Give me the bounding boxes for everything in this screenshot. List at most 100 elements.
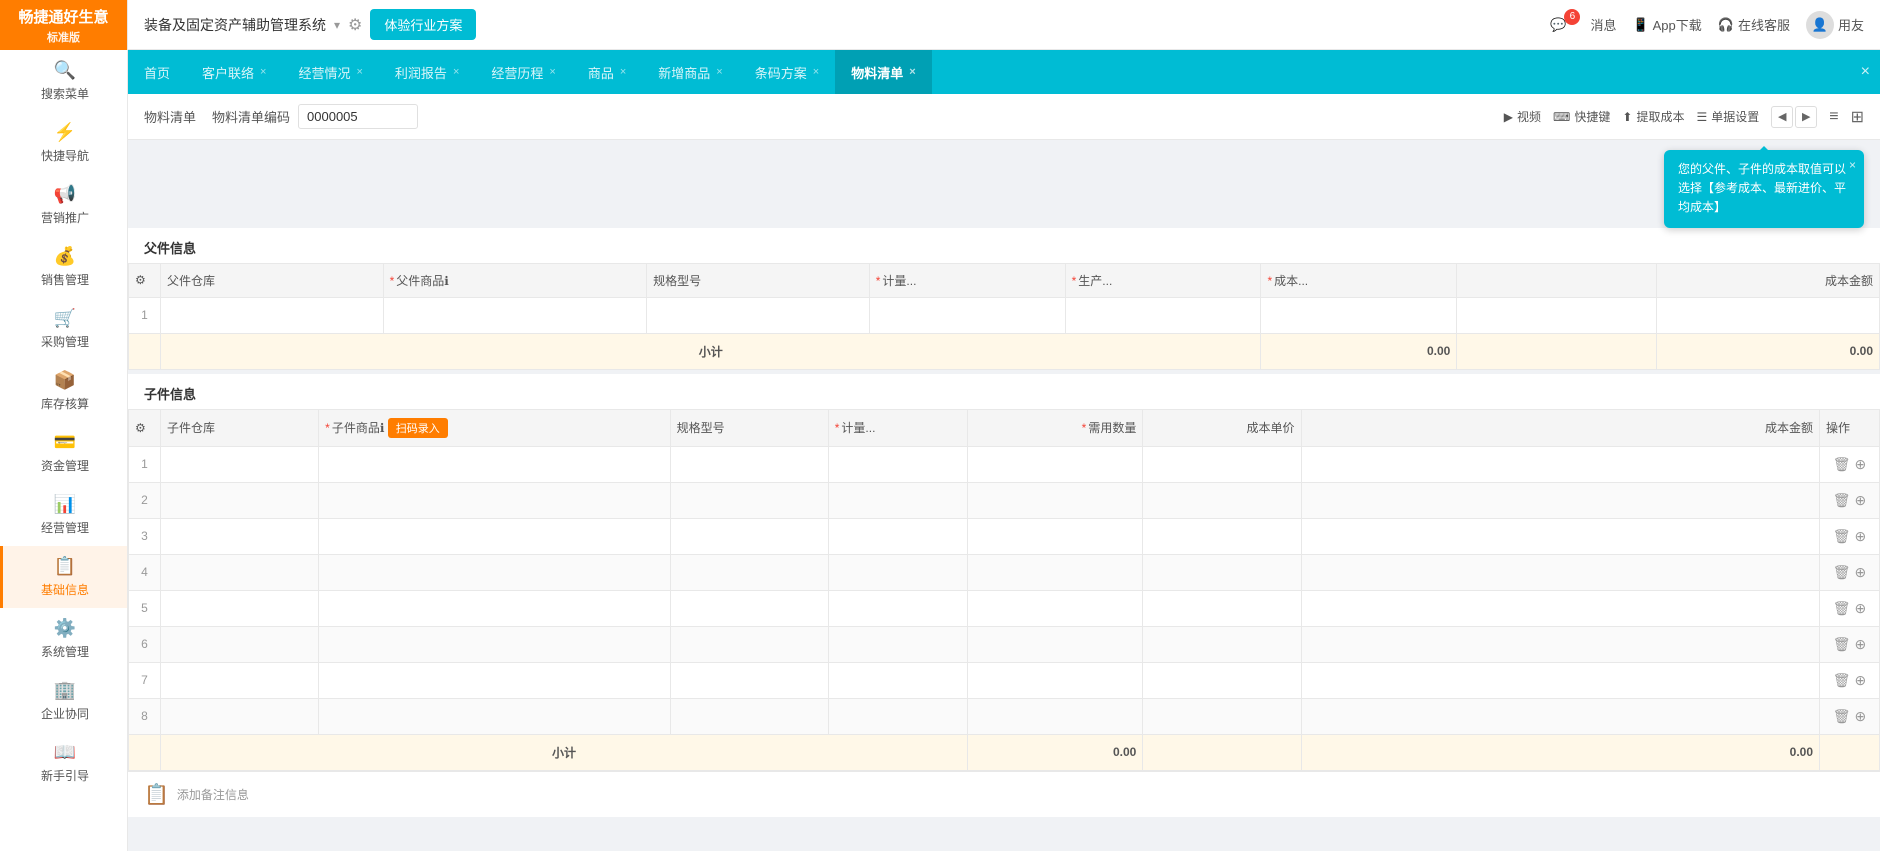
- child-product-cell-6[interactable]: [319, 626, 670, 662]
- parent-warehouse-cell[interactable]: [161, 297, 384, 333]
- code-input[interactable]: [298, 104, 418, 129]
- child-product-cell-2[interactable]: [319, 482, 670, 518]
- child-qty-cell-5[interactable]: [967, 590, 1142, 626]
- copy-icon-3[interactable]: ⊕: [1855, 528, 1867, 545]
- sidebar-item-quick-nav[interactable]: ⚡快捷导航: [0, 112, 127, 174]
- child-spec-cell-3[interactable]: [670, 518, 828, 554]
- app-download-action[interactable]: 📱 App下载: [1632, 15, 1701, 34]
- child-warehouse-cell-8[interactable]: [161, 698, 319, 734]
- child-unit-cell-5[interactable]: [828, 590, 967, 626]
- copy-icon-2[interactable]: ⊕: [1855, 492, 1867, 509]
- child-spec-cell-4[interactable]: [670, 554, 828, 590]
- parent-settings-th[interactable]: ⚙: [129, 263, 161, 297]
- child-warehouse-cell-1[interactable]: [161, 446, 319, 482]
- copy-icon-1[interactable]: ⊕: [1855, 456, 1867, 473]
- sidebar-item-guide[interactable]: 📖新手引导: [0, 732, 127, 794]
- copy-icon-8[interactable]: ⊕: [1855, 708, 1867, 725]
- nav-tab-5[interactable]: 商品×: [572, 50, 642, 94]
- child-warehouse-cell-3[interactable]: [161, 518, 319, 554]
- nav-tab-2[interactable]: 经营情况×: [282, 50, 378, 94]
- parent-unit-cell[interactable]: [869, 297, 1065, 333]
- child-product-cell-1[interactable]: [319, 446, 670, 482]
- scan-input-btn[interactable]: 扫码录入: [388, 418, 448, 438]
- nav-tab-6[interactable]: 新增商品×: [642, 50, 738, 94]
- user-action[interactable]: 👤 用友: [1806, 11, 1864, 39]
- child-unit-cost-cell-5[interactable]: [1143, 590, 1301, 626]
- child-unit-cell-3[interactable]: [828, 518, 967, 554]
- tab-close-6[interactable]: ×: [716, 66, 722, 78]
- single-settings-action[interactable]: ☰ 单据设置: [1696, 108, 1759, 125]
- sidebar-item-sales[interactable]: 💰销售管理: [0, 236, 127, 298]
- child-unit-cost-cell-7[interactable]: [1143, 662, 1301, 698]
- tab-close-4[interactable]: ×: [549, 66, 555, 78]
- settings-icon[interactable]: ⚙: [348, 15, 362, 35]
- parent-prod-cell[interactable]: [1065, 297, 1261, 333]
- sidebar-item-operations[interactable]: 📊经营管理: [0, 484, 127, 546]
- child-warehouse-cell-6[interactable]: [161, 626, 319, 662]
- tab-close-5[interactable]: ×: [620, 66, 626, 78]
- child-spec-cell-8[interactable]: [670, 698, 828, 734]
- child-product-cell-4[interactable]: [319, 554, 670, 590]
- child-qty-cell-4[interactable]: [967, 554, 1142, 590]
- copy-icon-6[interactable]: ⊕: [1855, 636, 1867, 653]
- delete-icon-6[interactable]: 🗑: [1833, 636, 1851, 653]
- nav-tab-8[interactable]: 物料清单×: [835, 50, 931, 94]
- nav-tab-7[interactable]: 条码方案×: [739, 50, 835, 94]
- copy-icon-5[interactable]: ⊕: [1855, 600, 1867, 617]
- child-unit-cell-4[interactable]: [828, 554, 967, 590]
- tab-close-7[interactable]: ×: [813, 66, 819, 78]
- dropdown-arrow-icon[interactable]: ▾: [334, 18, 340, 32]
- child-unit-cell-6[interactable]: [828, 626, 967, 662]
- child-product-cell-7[interactable]: [319, 662, 670, 698]
- tab-close-8[interactable]: ×: [909, 66, 915, 78]
- child-qty-cell-8[interactable]: [967, 698, 1142, 734]
- child-settings-th[interactable]: ⚙: [129, 409, 161, 446]
- child-qty-cell-6[interactable]: [967, 626, 1142, 662]
- delete-icon-8[interactable]: 🗑: [1833, 708, 1851, 725]
- child-unit-cost-cell-4[interactable]: [1143, 554, 1301, 590]
- prev-arrow[interactable]: ◀: [1771, 106, 1793, 128]
- sidebar-item-marketing[interactable]: 📢营销推广: [0, 174, 127, 236]
- video-action[interactable]: ▶ 视频: [1504, 108, 1541, 125]
- child-product-cell-8[interactable]: [319, 698, 670, 734]
- tab-close-1[interactable]: ×: [260, 66, 266, 78]
- tooltip-close-btn[interactable]: ×: [1849, 156, 1856, 175]
- shortcut-action[interactable]: ⌨ 快捷键: [1553, 108, 1610, 125]
- child-unit-cell-2[interactable]: [828, 482, 967, 518]
- child-warehouse-cell-5[interactable]: [161, 590, 319, 626]
- delete-icon-7[interactable]: 🗑: [1833, 672, 1851, 689]
- child-qty-cell-7[interactable]: [967, 662, 1142, 698]
- list-view-icon[interactable]: ⊞: [1851, 107, 1864, 127]
- child-product-cell-5[interactable]: [319, 590, 670, 626]
- tab-close-2[interactable]: ×: [356, 66, 362, 78]
- sidebar-item-enterprise[interactable]: 🏢企业协同: [0, 670, 127, 732]
- trial-button[interactable]: 体验行业方案: [370, 9, 476, 40]
- child-unit-cost-cell-3[interactable]: [1143, 518, 1301, 554]
- child-qty-cell-2[interactable]: [967, 482, 1142, 518]
- delete-icon-5[interactable]: 🗑: [1833, 600, 1851, 617]
- copy-icon-7[interactable]: ⊕: [1855, 672, 1867, 689]
- child-unit-cost-cell-2[interactable]: [1143, 482, 1301, 518]
- child-spec-cell-6[interactable]: [670, 626, 828, 662]
- sidebar-item-system[interactable]: ⚙️系统管理: [0, 608, 127, 670]
- child-warehouse-cell-4[interactable]: [161, 554, 319, 590]
- sidebar-item-search[interactable]: 🔍搜索菜单: [0, 50, 127, 112]
- online-service-action[interactable]: 🎧 在线客服: [1718, 15, 1790, 34]
- delete-icon-2[interactable]: 🗑: [1833, 492, 1851, 509]
- nav-tab-0[interactable]: 首页: [128, 50, 186, 94]
- grid-view-icon[interactable]: ≡: [1829, 108, 1838, 126]
- child-warehouse-cell-7[interactable]: [161, 662, 319, 698]
- sidebar-item-basic[interactable]: 📋基础信息: [0, 546, 127, 608]
- tab-close-3[interactable]: ×: [453, 66, 459, 78]
- child-spec-cell-7[interactable]: [670, 662, 828, 698]
- child-unit-cost-cell-6[interactable]: [1143, 626, 1301, 662]
- delete-icon-3[interactable]: 🗑: [1833, 528, 1851, 545]
- child-warehouse-cell-2[interactable]: [161, 482, 319, 518]
- child-unit-cost-cell-1[interactable]: [1143, 446, 1301, 482]
- sidebar-item-purchase[interactable]: 🛒采购管理: [0, 298, 127, 360]
- child-unit-cell-1[interactable]: [828, 446, 967, 482]
- sidebar-item-finance[interactable]: 💳资金管理: [0, 422, 127, 484]
- child-qty-cell-1[interactable]: [967, 446, 1142, 482]
- child-unit-cell-7[interactable]: [828, 662, 967, 698]
- child-unit-cost-cell-8[interactable]: [1143, 698, 1301, 734]
